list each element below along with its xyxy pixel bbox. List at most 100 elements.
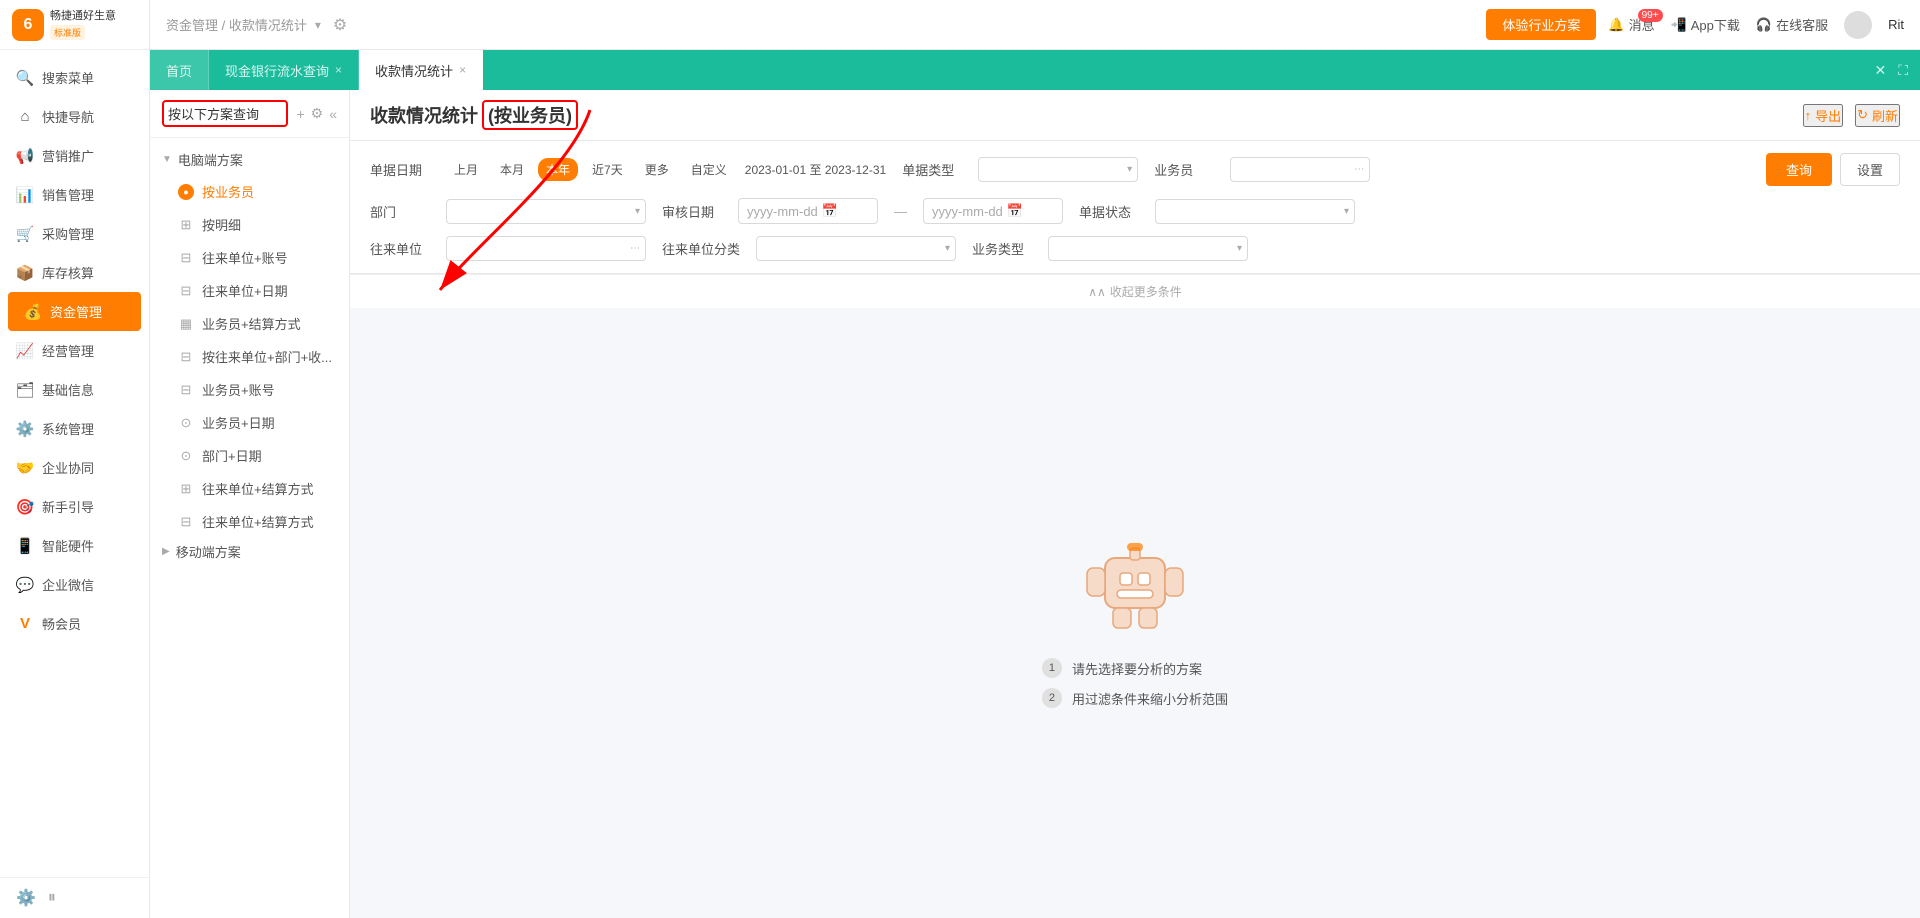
scheme-icon-detail: ⊞ <box>178 217 194 233</box>
left-panel: 按以下方案查询 + ⚙ « ▼ 电脑端方案 ● 按业务员 ⊞ <box>150 90 350 918</box>
sidebar-item-system[interactable]: ⚙️ 系统管理 <box>0 409 149 448</box>
settings-button[interactable]: 设置 <box>1840 153 1900 186</box>
desktop-scheme-group[interactable]: ▼ 电脑端方案 <box>150 144 349 175</box>
tab-collection-stats[interactable]: 收款情况统计 × <box>359 50 483 90</box>
collapse-label: 收起更多条件 <box>1110 283 1182 300</box>
query-button[interactable]: 查询 <box>1766 153 1832 186</box>
biz-type-select[interactable] <box>1048 236 1248 261</box>
sidebar-item-basic-info[interactable]: 🗂 基础信息 <box>0 370 149 409</box>
sidebar-item-quick-nav[interactable]: ⌂ 快捷导航 <box>0 97 149 136</box>
purchase-icon: 🛒 <box>16 225 34 243</box>
scheme-item-sal-date[interactable]: ⊙ 业务员+日期 <box>150 406 349 439</box>
sidebar-item-purchase[interactable]: 🛒 采购管理 <box>0 214 149 253</box>
scheme-item-partner-account[interactable]: ⊟ 往来单位+账号 <box>150 241 349 274</box>
sidebar-item-guide[interactable]: 🎯 新手引导 <box>0 487 149 526</box>
review-date-label: 审核日期 <box>662 202 722 221</box>
footer-settings-icon[interactable]: ⚙️ <box>16 888 36 908</box>
header-gear-icon[interactable]: ⚙ <box>333 15 347 35</box>
sidebar-item-smart-hw[interactable]: 📱 智能硬件 <box>0 526 149 565</box>
review-date-start[interactable]: yyyy-mm-dd 📅 <box>738 198 878 224</box>
scheme-item-dept-date[interactable]: ⊙ 部门+日期 <box>150 439 349 472</box>
partner-select[interactable] <box>446 236 646 261</box>
step-1-text: 请先选择要分析的方案 <box>1072 659 1202 678</box>
scheme-item-salesperson-settle[interactable]: ▦ 业务员+结算方式 <box>150 307 349 340</box>
doc-type-select-wrap: ▾ <box>978 157 1138 182</box>
doc-status-select[interactable] <box>1155 199 1355 224</box>
tabs-right-controls: ✕ ⛶ <box>1874 62 1920 79</box>
scheme-icon-partner-account: ⊟ <box>178 250 194 266</box>
sidebar-item-funds[interactable]: 💰 资金管理 <box>8 292 141 331</box>
breadcrumb-dropdown-icon[interactable]: ▾ <box>315 18 321 32</box>
scheme-label: 往来单位+日期 <box>202 281 288 300</box>
messages-badge: 99+ <box>1638 9 1663 22</box>
desktop-group-label: 电脑端方案 <box>178 150 243 169</box>
online-service-button[interactable]: 🎧 在线客服 <box>1756 15 1828 34</box>
add-scheme-icon[interactable]: + <box>296 106 304 122</box>
scheme-item-by-detail[interactable]: ⊞ 按明细 <box>150 208 349 241</box>
user-avatar[interactable] <box>1844 11 1872 39</box>
partner-select-wrap: ⋯ <box>446 236 646 261</box>
sidebar-item-label: 畅会员 <box>42 614 81 633</box>
user-name: Rit <box>1888 17 1904 32</box>
sidebar-item-label: 企业微信 <box>42 575 94 594</box>
title-actions: ↑ 导出 ↻ 刷新 <box>1803 104 1900 127</box>
sidebar-item-search-menu[interactable]: 🔍 搜索菜单 <box>0 58 149 97</box>
bank-flow-tab-close[interactable]: × <box>335 63 342 77</box>
collection-stats-tab-close[interactable]: × <box>459 63 466 77</box>
date-tab-this-month[interactable]: 本月 <box>492 158 532 181</box>
top-header: 资金管理 / 收款情况统计 ▾ ⚙ 体验行业方案 🔔 消息 99+ 📲 App下… <box>150 0 1920 50</box>
scheme-section: ▼ 电脑端方案 ● 按业务员 ⊞ 按明细 ⊟ 往来单位+账号 ⊟ <box>150 138 349 573</box>
biz-type-select-wrap: ▾ <box>1048 236 1248 261</box>
sidebar-item-marketing[interactable]: 📢 营销推广 <box>0 136 149 175</box>
dept-select[interactable] <box>446 199 646 224</box>
tab-home[interactable]: 首页 <box>150 50 209 90</box>
sidebar-item-sales[interactable]: 📊 销售管理 <box>0 175 149 214</box>
scheme-item-partner-dept[interactable]: ⊟ 按往来单位+部门+收... <box>150 340 349 373</box>
app-download-button[interactable]: 📲 App下载 <box>1671 15 1740 34</box>
dept-label: 部门 <box>370 202 430 221</box>
salesperson-select[interactable] <box>1230 157 1370 182</box>
review-date-end[interactable]: yyyy-mm-dd 📅 <box>923 198 1063 224</box>
date-tab-this-year[interactable]: 本年 <box>538 158 578 181</box>
date-tab-last-7[interactable]: 近7天 <box>584 158 631 181</box>
sidebar-item-label: 采购管理 <box>42 224 94 243</box>
sidebar-item-label: 销售管理 <box>42 185 94 204</box>
sidebar-item-member[interactable]: V 畅会员 <box>0 604 149 643</box>
mobile-scheme-group[interactable]: ▶ 移动端方案 <box>150 538 349 567</box>
main-wrapper: 资金管理 / 收款情况统计 ▾ ⚙ 体验行业方案 🔔 消息 99+ 📲 App下… <box>150 0 1920 918</box>
active-scheme-dot: ● <box>178 184 194 200</box>
scheme-item-partner-settle2[interactable]: ⊟ 往来单位+结算方式 <box>150 505 349 538</box>
trial-button[interactable]: 体验行业方案 <box>1486 9 1596 40</box>
close-window-icon[interactable]: ✕ <box>1874 62 1886 79</box>
date-tab-more[interactable]: 更多 <box>637 158 677 181</box>
refresh-button[interactable]: ↻ 刷新 <box>1855 104 1900 127</box>
sidebar-item-operations[interactable]: 📈 经营管理 <box>0 331 149 370</box>
date-tab-last-month[interactable]: 上月 <box>446 158 486 181</box>
settings-scheme-icon[interactable]: ⚙ <box>311 105 324 122</box>
expand-window-icon[interactable]: ⛶ <box>1898 62 1908 79</box>
smart-hw-icon: 📱 <box>16 537 34 555</box>
partner-category-select[interactable] <box>756 236 956 261</box>
footer-collapse-icon[interactable]: ⏸ <box>48 889 56 907</box>
sidebar-item-label: 快捷导航 <box>42 107 94 126</box>
tab-bank-flow[interactable]: 现金银行流水查询 × <box>209 50 359 90</box>
scheme-item-partner-date[interactable]: ⊟ 往来单位+日期 <box>150 274 349 307</box>
date-filter-label: 单据日期 <box>370 160 430 179</box>
sidebar-item-inventory[interactable]: 📦 库存核算 <box>0 253 149 292</box>
refresh-icon: ↻ <box>1857 107 1868 123</box>
scheme-item-sal-account[interactable]: ⊟ 业务员+账号 <box>150 373 349 406</box>
collapse-bar[interactable]: ∧∧ 收起更多条件 <box>350 274 1920 308</box>
page-title-text: 收款情况统计 <box>370 102 478 128</box>
scheme-item-by-salesperson[interactable]: ● 按业务员 <box>150 175 349 208</box>
messages-button[interactable]: 🔔 消息 99+ <box>1608 15 1654 34</box>
sidebar-item-enterprise[interactable]: 🤝 企业协同 <box>0 448 149 487</box>
doc-type-select[interactable] <box>978 157 1138 182</box>
date-tab-custom[interactable]: 自定义 <box>683 158 735 181</box>
scheme-item-partner-settle1[interactable]: ⊞ 往来单位+结算方式 <box>150 472 349 505</box>
sidebar-item-wechat[interactable]: 💬 企业微信 <box>0 565 149 604</box>
wechat-icon: 💬 <box>16 576 34 594</box>
export-button[interactable]: ↑ 导出 <box>1803 104 1844 127</box>
page-title-bar: 收款情况统计(按业务员) ↑ 导出 ↻ 刷新 <box>350 90 1920 141</box>
operations-icon: 📈 <box>16 342 34 360</box>
collapse-panel-icon[interactable]: « <box>329 106 337 122</box>
